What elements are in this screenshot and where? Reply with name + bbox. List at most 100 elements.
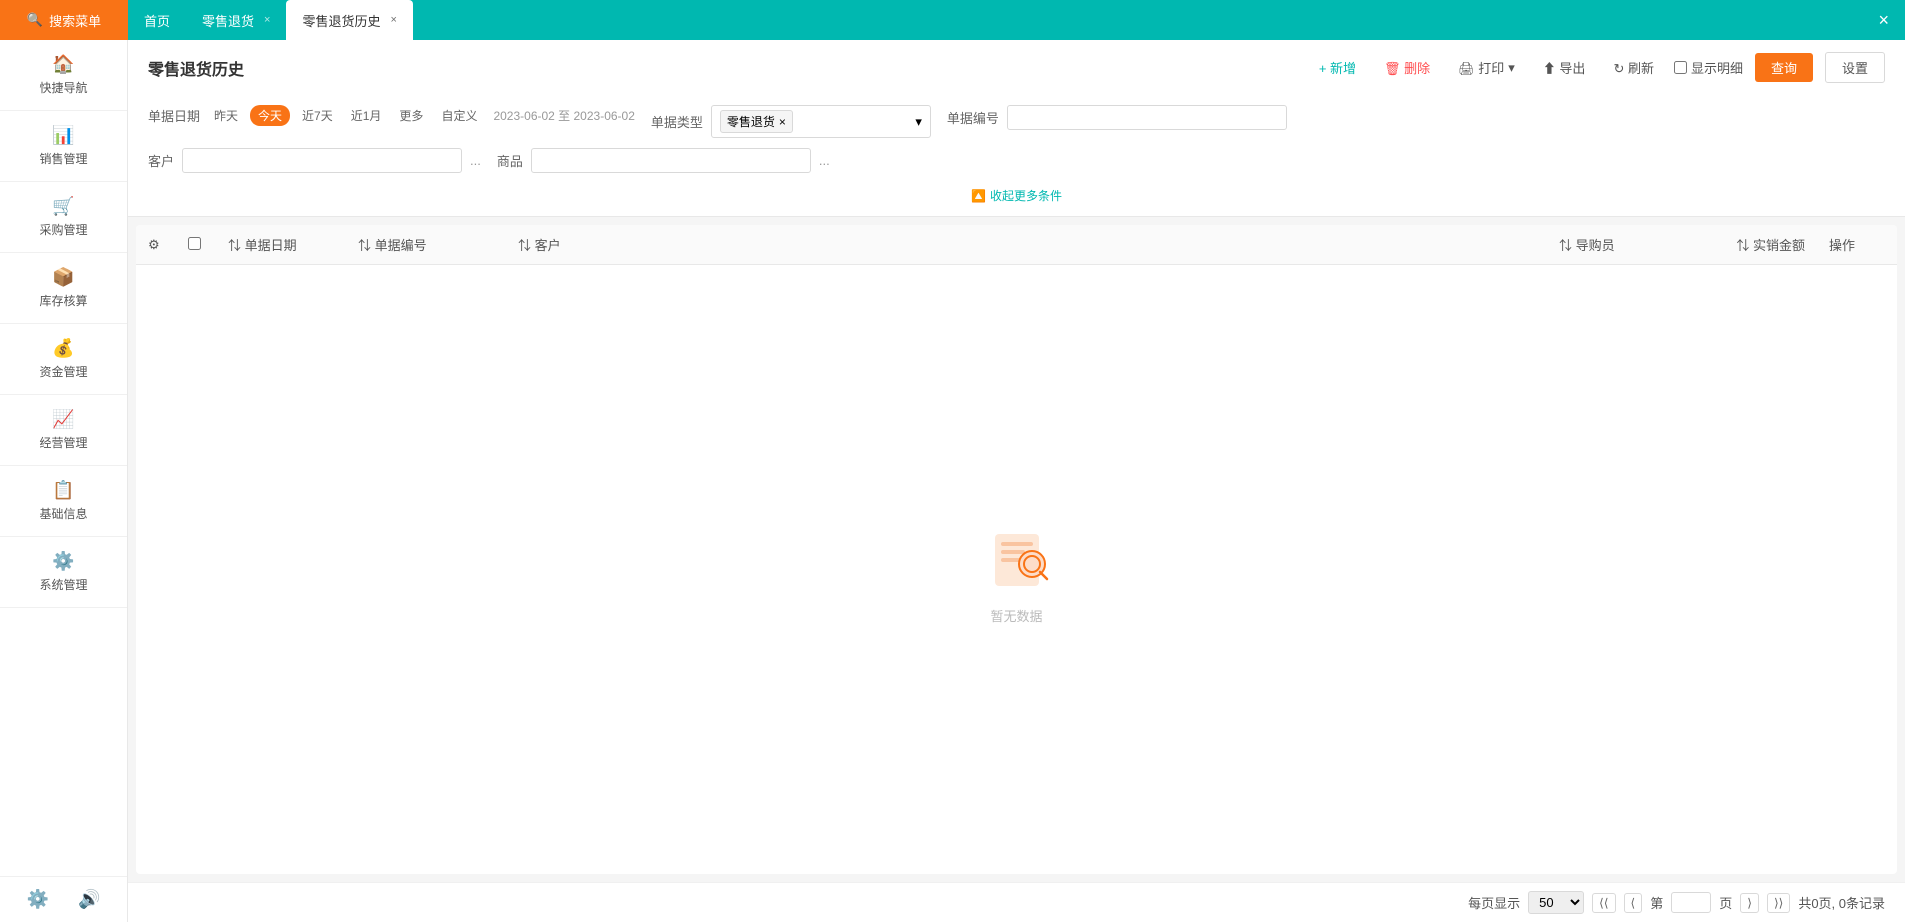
doc-type-select[interactable]: 零售退货 × ▾ [711,105,931,138]
page-first-button[interactable]: ⟨⟨ [1592,893,1615,913]
dropdown-arrow-icon: ▾ [915,114,922,130]
sidebar-item-operations[interactable]: 📈 经营管理 [0,395,127,466]
tab-retail-return-history[interactable]: 零售退货历史× [286,0,412,40]
print-button[interactable]: 🖨 打印 ▾ [1450,54,1523,81]
sidebar-icon-quick-nav: 🏠 [52,54,74,75]
filter-row-2: 客户 ... 商品 ... [148,148,1885,173]
tag-close-icon[interactable]: × [779,115,786,129]
delete-button[interactable]: 🗑 删除 [1376,54,1438,81]
new-button[interactable]: + 新增 [1311,54,1364,81]
sidebar-item-sales[interactable]: 📊 销售管理 [0,111,127,182]
sidebar-item-basic-info[interactable]: 📋 基础信息 [0,466,127,537]
page-prev-button[interactable]: ⟨ [1624,893,1643,913]
customer-input[interactable] [182,148,462,173]
sidebar-label-quick-nav: 快捷导航 [39,79,87,96]
page-size-label: 每页显示 [1468,893,1520,912]
date-filter-今天[interactable]: 今天 [250,105,290,126]
empty-state-icon [977,514,1057,594]
page-last-button[interactable]: ⟩⟩ [1767,893,1790,913]
date-filter-自定义[interactable]: 自定义 [435,105,483,126]
col-action: 操作 [1817,225,1897,265]
display-detail-toggle[interactable]: 显示明细 [1674,58,1743,77]
sidebar-label-inventory: 库存核算 [39,292,87,309]
sidebar-label-purchase: 采购管理 [39,221,87,238]
customer-label: 客户 [148,151,174,170]
doc-number-filter: 单据编号 [947,105,1287,130]
page-next-button[interactable]: ⟩ [1740,893,1759,913]
top-bar: 🔍 搜索菜单 首页零售退货×零售退货历史× × [0,0,1905,40]
doc-number-label: 单据编号 [947,108,999,127]
tab-home[interactable]: 首页 [128,0,186,40]
goods-input[interactable] [531,148,811,173]
sidebar-bottom: ⚙️ 🔊 [0,876,127,922]
collapse-button[interactable]: 🔼 收起更多条件 [148,183,1885,208]
refresh-button[interactable]: ↻ 刷新 [1605,54,1662,81]
col-date-sort-icon[interactable]: ⇅ [228,238,241,253]
sidebar-label-system: 系统管理 [39,576,87,593]
date-filter-options: 昨天今天近7天近1月更多自定义 2023-06-02 至 2023-06-02 [208,105,635,126]
date-filter-近1月[interactable]: 近1月 [345,105,388,126]
chevron-down-icon: ▾ [1508,60,1515,76]
date-filter-近7天[interactable]: 近7天 [296,105,339,126]
settings-button[interactable]: 设置 [1825,52,1885,83]
date-filter-更多[interactable]: 更多 [393,105,429,126]
select-all-checkbox[interactable] [188,237,201,250]
sidebar-label-basic-info: 基础信息 [39,505,87,522]
date-range-display: 2023-06-02 至 2023-06-02 [493,107,634,124]
table-head: ⚙ ⇅ 单据日期 ⇅ 单据编号 [136,225,1897,265]
page-suffix: 页 [1719,893,1732,912]
query-button[interactable]: 查询 [1755,53,1813,82]
content-area: 零售退货历史 + 新增 🗑 删除 🖨 打印 ▾ ⬆ 导出 ↻ 刷新 显示明细 查… [128,40,1905,922]
sidebar-icon-sales: 📊 [52,125,74,146]
page-number-input[interactable]: 1 [1671,892,1711,913]
sidebar-icon-basic-info: 📋 [52,480,74,501]
window-close-button[interactable]: × [1878,10,1905,31]
table-header-row: ⚙ ⇅ 单据日期 ⇅ 单据编号 [136,225,1897,265]
sidebar-item-inventory[interactable]: 📦 库存核算 [0,253,127,324]
col-date: ⇅ 单据日期 [216,225,346,265]
search-area[interactable]: 🔍 搜索菜单 [0,0,128,40]
col-customer: ⇅ 客户 [506,225,1547,265]
col-settings: ⚙ [136,225,176,265]
sidebar-item-purchase[interactable]: 🛒 采购管理 [0,182,127,253]
doc-number-input[interactable] [1007,105,1287,130]
col-amount-sort-icon[interactable]: ⇅ [1736,238,1749,253]
settings-icon[interactable]: ⚙ [148,237,160,252]
sidebar-label-sales: 销售管理 [39,150,87,167]
tab-retail-return[interactable]: 零售退货× [186,0,286,40]
date-filter-昨天[interactable]: 昨天 [208,105,244,126]
tab-close-retail-return-history[interactable]: × [390,14,396,26]
customer-more-icon[interactable]: ... [470,153,481,168]
page-size-select[interactable]: 20 50 100 [1528,891,1584,914]
sidebar-item-system[interactable]: ⚙️ 系统管理 [0,537,127,608]
tab-close-retail-return[interactable]: × [264,14,270,26]
toolbar: + 新增 🗑 删除 🖨 打印 ▾ ⬆ 导出 ↻ 刷新 显示明细 查询 设置 [1311,52,1885,83]
display-detail-checkbox[interactable] [1674,61,1687,74]
col-customer-sort-icon[interactable]: ⇅ [518,238,531,253]
export-button[interactable]: ⬆ 导出 [1535,54,1594,81]
tab-bar: 首页零售退货×零售退货历史× [128,0,1878,40]
doc-type-filter: 单据类型 零售退货 × ▾ [651,105,931,138]
sidebar-item-finance[interactable]: 💰 资金管理 [0,324,127,395]
pagination-bar: 每页显示 20 50 100 ⟨⟨ ⟨ 第 1 页 ⟩ ⟩⟩ 共0页, 0条记录 [128,882,1905,922]
sidebar-item-quick-nav[interactable]: 🏠 快捷导航 [0,40,127,111]
date-filter: 单据日期 昨天今天近7天近1月更多自定义2023-06-02 至 2023-06… [148,105,635,126]
col-number-sort-icon[interactable]: ⇅ [358,238,371,253]
page-title-row: 零售退货历史 + 新增 🗑 删除 🖨 打印 ▾ ⬆ 导出 ↻ 刷新 显示明细 查… [148,52,1885,93]
total-label: 共0页, 0条记录 [1798,893,1885,912]
sidebar-settings-icon[interactable]: ⚙️ [27,889,49,910]
data-table: ⚙ ⇅ 单据日期 ⇅ 单据编号 [136,225,1897,265]
sidebar-speaker-icon[interactable]: 🔊 [78,889,100,910]
table-container: ⚙ ⇅ 单据日期 ⇅ 单据编号 [136,225,1897,874]
col-guide-sort-icon[interactable]: ⇅ [1559,238,1572,253]
search-label: 搜索菜单 [49,11,101,30]
col-checkbox [176,225,216,265]
search-icon: 🔍 [27,12,43,28]
goods-more-icon[interactable]: ... [819,153,830,168]
filter-area: 单据日期 昨天今天近7天近1月更多自定义2023-06-02 至 2023-06… [148,93,1885,208]
page-label: 第 [1650,893,1663,912]
filter-row-1: 单据日期 昨天今天近7天近1月更多自定义2023-06-02 至 2023-06… [148,105,1885,138]
sidebar-icon-system: ⚙️ [52,551,74,572]
doc-type-label: 单据类型 [651,112,703,131]
col-amount: ⇅ 实销金额 [1697,225,1817,265]
